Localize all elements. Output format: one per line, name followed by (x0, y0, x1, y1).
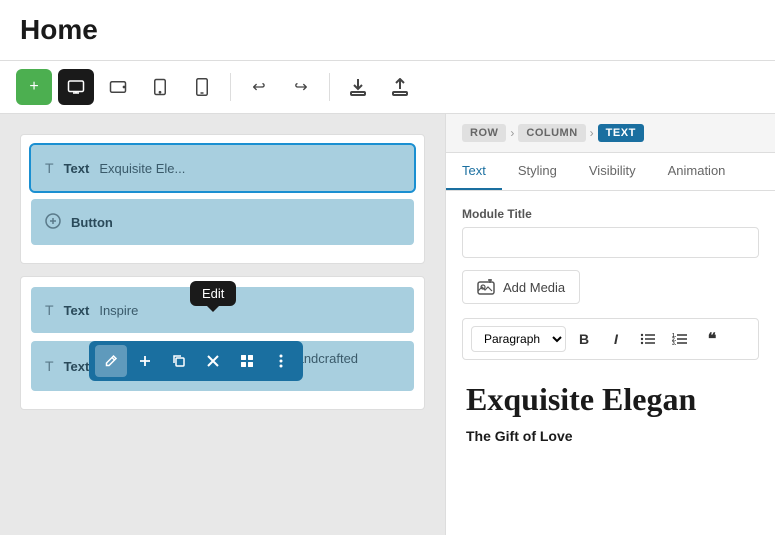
edit-tooltip: Edit (190, 281, 236, 306)
breadcrumb-arrow-2: › (590, 126, 594, 140)
float-toolbar (89, 341, 303, 381)
float-more-button[interactable] (265, 345, 297, 377)
breadcrumb-column[interactable]: COLUMN (518, 124, 585, 142)
float-divider-button[interactable] (129, 345, 161, 377)
undo-button[interactable]: ↩ (241, 69, 277, 105)
redo-button[interactable]: ↪ (283, 69, 319, 105)
paragraph-select[interactable]: Paragraph (471, 326, 566, 352)
svg-text:3.: 3. (672, 341, 677, 346)
text-module-1[interactable]: T Text Exquisite Ele... (31, 145, 414, 191)
add-media-button[interactable]: Add Media (462, 270, 580, 304)
tablet-landscape-button[interactable] (100, 69, 136, 105)
content-heading: Exquisite Elegan (466, 380, 755, 418)
mobile-button[interactable] (184, 69, 220, 105)
rte-toolbar: Paragraph B I 1.2.3. ❝ (462, 318, 759, 360)
module-title-input[interactable] (462, 227, 759, 258)
tablet-portrait-button[interactable] (142, 69, 178, 105)
bold-button[interactable]: B (570, 325, 598, 353)
tab-animation[interactable]: Animation (652, 153, 742, 190)
upload-button[interactable] (382, 69, 418, 105)
panel-tabs: Text Styling Visibility Animation (446, 153, 775, 191)
tab-text[interactable]: Text (446, 153, 502, 190)
download-button[interactable] (340, 69, 376, 105)
breadcrumb-arrow-1: › (510, 126, 514, 140)
ul-button[interactable] (634, 325, 662, 353)
breadcrumb-row[interactable]: ROW (462, 124, 506, 142)
right-panel: ROW › COLUMN › TEXT Text Styling Visibil… (445, 114, 775, 535)
float-edit-button[interactable] (95, 345, 127, 377)
text-type-icon-2: T (45, 302, 54, 318)
breadcrumb-text[interactable]: TEXT (598, 124, 644, 142)
desktop-view-button[interactable] (58, 69, 94, 105)
tab-styling[interactable]: Styling (502, 153, 573, 190)
content-subtitle: The Gift of Love (466, 428, 755, 444)
panel-content: Module Title Add Media Paragraph B I 1.2… (446, 191, 775, 535)
button-module[interactable]: Button (31, 199, 414, 245)
canvas: Edit T Text Exquisite Ele... (0, 114, 445, 535)
header: Home (0, 0, 775, 61)
button-type-icon (45, 213, 61, 232)
breadcrumb: ROW › COLUMN › TEXT (446, 114, 775, 153)
main-area: Edit T Text Exquisite Ele... (0, 114, 775, 535)
toolbar-divider-2 (329, 73, 330, 101)
quote-button[interactable]: ❝ (698, 325, 726, 353)
text-type-icon-3: T (45, 358, 54, 374)
float-delete-button[interactable] (197, 345, 229, 377)
module-title-label: Module Title (462, 207, 759, 221)
tab-visibility[interactable]: Visibility (573, 153, 652, 190)
content-area: Exquisite Elegan The Gift of Love (462, 372, 759, 452)
ol-button[interactable]: 1.2.3. (666, 325, 694, 353)
float-duplicate-button[interactable] (163, 345, 195, 377)
canvas-section-1: T Text Exquisite Ele... (20, 134, 425, 264)
main-toolbar: + ↩ ↪ (0, 61, 775, 114)
italic-button[interactable]: I (602, 325, 630, 353)
toolbar-divider-1 (230, 73, 231, 101)
add-button[interactable]: + (16, 69, 52, 105)
float-grid-button[interactable] (231, 345, 263, 377)
text-type-icon: T (45, 160, 54, 176)
page-title: Home (20, 14, 755, 46)
